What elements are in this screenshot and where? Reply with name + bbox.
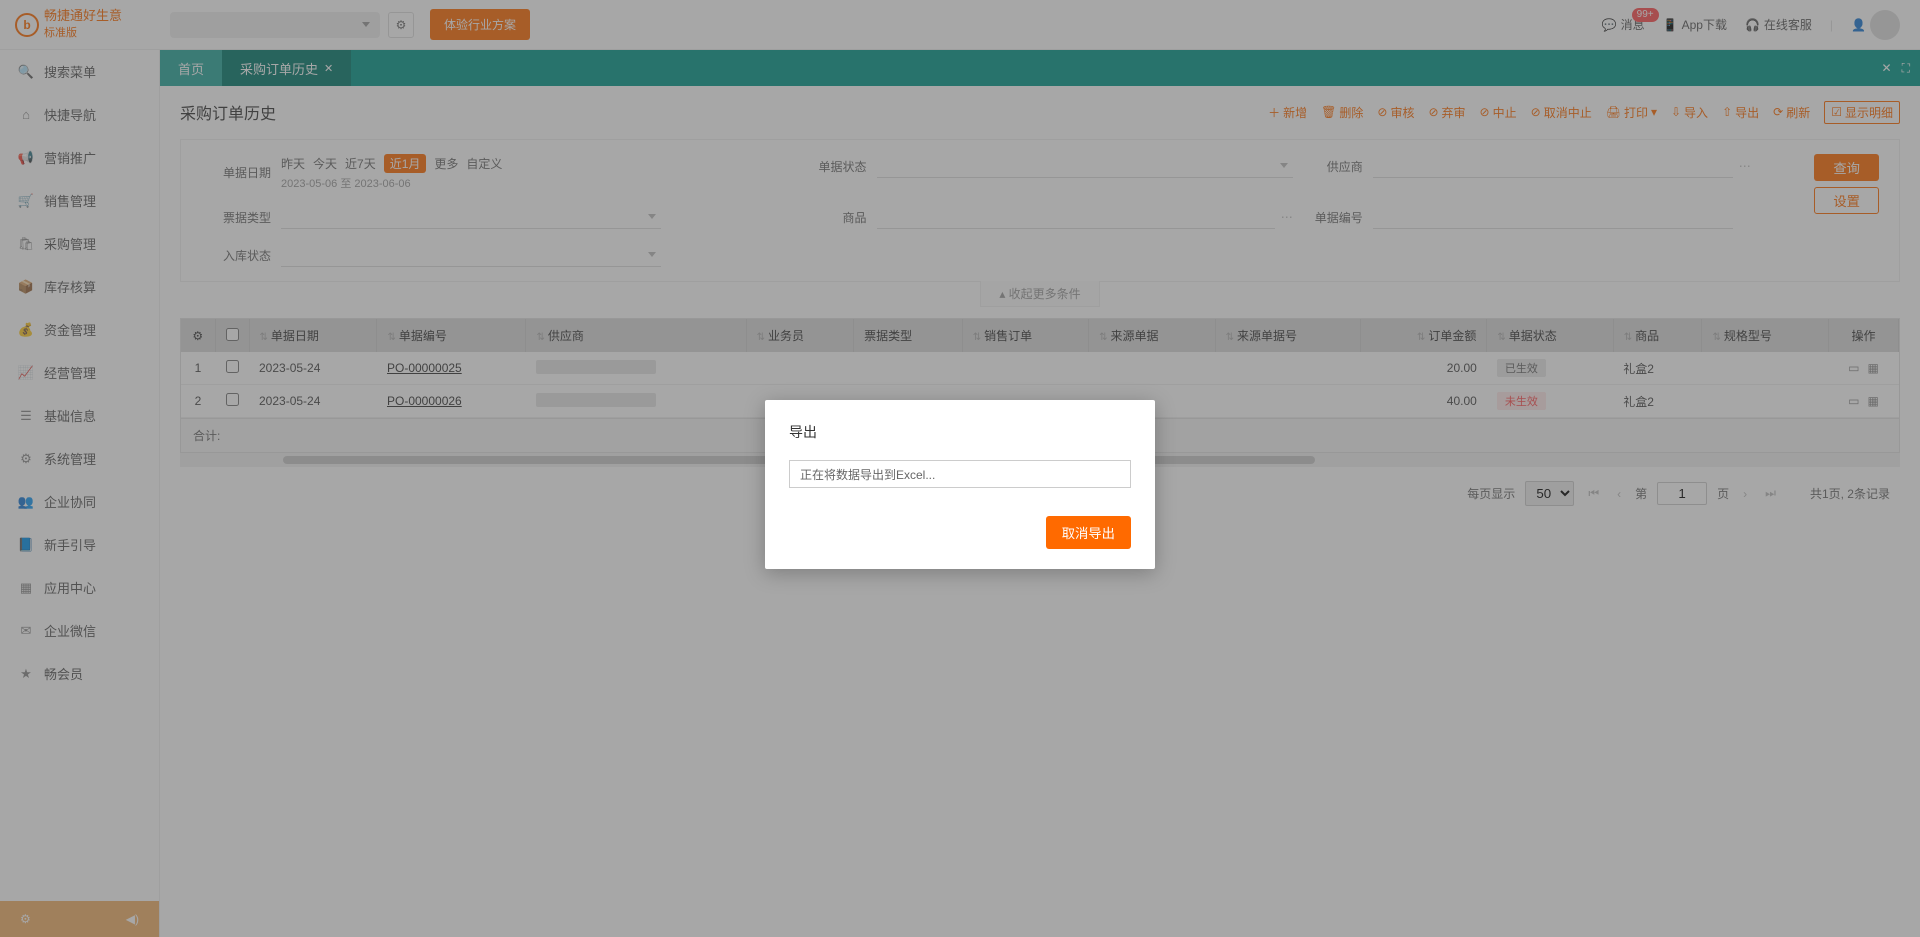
export-modal: 导出 取消导出 [765, 400, 1155, 569]
cancel-export-button[interactable]: 取消导出 [1046, 516, 1131, 549]
modal-title: 导出 [789, 422, 1131, 442]
export-status-input [789, 460, 1131, 488]
